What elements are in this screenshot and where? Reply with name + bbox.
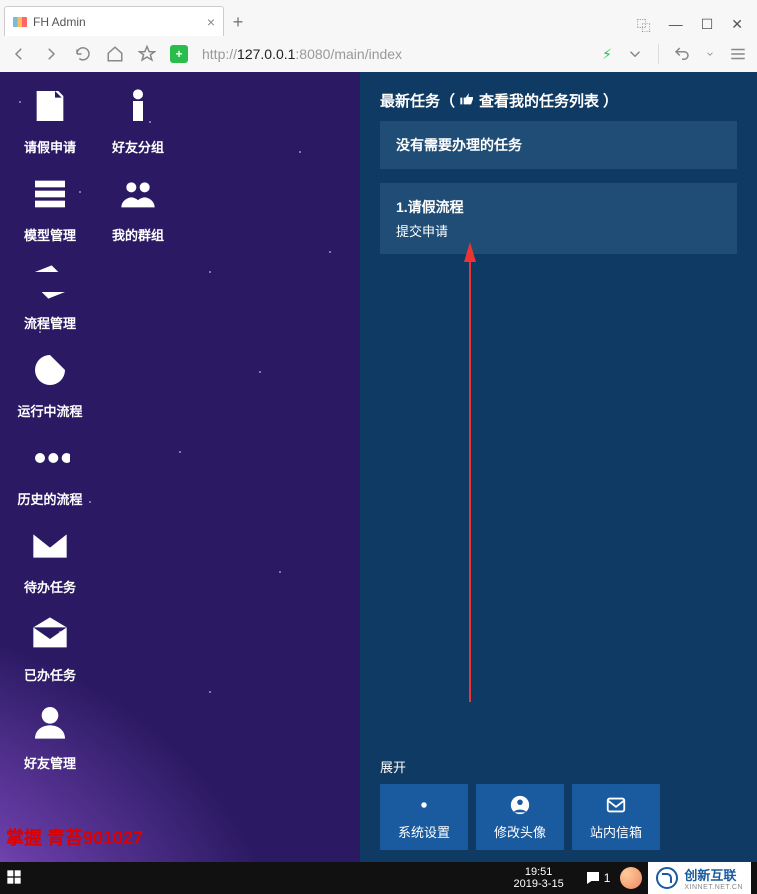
menu-done-tasks[interactable]: 已办任务 — [10, 614, 90, 684]
window-controls: ⿻ — ☐ ✕ — [637, 8, 757, 36]
action-sys-settings[interactable]: 系统设置 — [380, 784, 468, 850]
clock-date: 2019-3-15 — [514, 878, 564, 890]
menu-my-groups[interactable]: 我的群组 — [98, 174, 178, 244]
chat-count: 1 — [604, 871, 611, 885]
url-host: 127.0.0.1 — [237, 46, 295, 62]
home-button[interactable] — [106, 45, 124, 63]
menu-label: 好友分组 — [98, 137, 178, 156]
action-label: 站内信箱 — [590, 822, 642, 841]
menu-process-manage[interactable]: 流程管理 — [10, 262, 90, 332]
tab-bar: FH Admin × + ⿻ — ☐ ✕ — [0, 0, 757, 36]
taskbar-clock[interactable]: 19:51 2019-3-15 — [504, 866, 574, 890]
brand-sub: XINNET.NET.CN — [684, 884, 743, 891]
close-tab-icon[interactable]: × — [207, 14, 215, 30]
menu-leave-apply[interactable]: 请假申请 — [10, 86, 90, 156]
menu-label: 流程管理 — [10, 313, 90, 332]
undo-chevron-icon[interactable] — [705, 45, 715, 63]
taskbar-avatar[interactable] — [620, 867, 642, 889]
start-button[interactable] — [6, 869, 22, 888]
shield-icon[interactable] — [170, 45, 188, 63]
close-window-icon[interactable]: ✕ — [731, 16, 743, 36]
task-empty-text: 没有需要办理的任务 — [396, 137, 522, 153]
address-bar[interactable]: http://127.0.0.1:8080/main/index — [202, 46, 588, 62]
menu-model-manage[interactable]: 模型管理 — [10, 174, 90, 244]
action-label: 系统设置 — [398, 822, 450, 841]
minimize-icon[interactable]: — — [669, 16, 683, 36]
back-button[interactable] — [10, 45, 28, 63]
main-panel: 最新任务（ 查看我的任务列表 ） 没有需要办理的任务 1.请假流程 提交申请 展… — [360, 72, 757, 862]
thumbs-up-icon — [459, 91, 475, 111]
forward-button[interactable] — [42, 45, 60, 63]
shrink-icon[interactable]: ⿻ — [637, 16, 651, 36]
tasks-title-link[interactable]: 查看我的任务列表 — [479, 90, 599, 111]
annotation-arrow-icon — [430, 242, 490, 712]
url-prefix: http:// — [202, 46, 237, 62]
menu-button[interactable] — [729, 45, 747, 63]
reload-button[interactable] — [74, 45, 92, 63]
menu-label: 我的群组 — [98, 225, 178, 244]
menu-history-process[interactable]: 历史的流程 — [10, 438, 90, 508]
watermark-text: 掌握 青苔901027 — [6, 824, 143, 850]
new-tab-button[interactable]: + — [224, 8, 252, 36]
menu-label: 已办任务 — [10, 665, 90, 684]
menu-label: 历史的流程 — [10, 489, 90, 508]
brand-badge[interactable]: 创新互联 XINNET.NET.CN — [648, 862, 751, 894]
browser-tab[interactable]: FH Admin × — [4, 6, 224, 36]
url-path: /main/index — [330, 46, 402, 62]
action-bar: 系统设置 修改头像 站内信箱 — [380, 784, 737, 850]
taskbar-chat[interactable]: 1 — [584, 869, 611, 887]
brand-name: 创新互联 — [684, 868, 736, 883]
menu-friend-group[interactable]: 好友分组 — [98, 86, 178, 156]
menu-todo-tasks[interactable]: 待办任务 — [10, 526, 90, 596]
app-page: 请假申请 好友分组 模型管理 我的群组 流程管理 运行中流程 历史的流程 待办任… — [0, 72, 757, 862]
chevron-down-icon[interactable] — [626, 45, 644, 63]
bolt-icon[interactable]: ⚡︎ — [602, 46, 612, 63]
action-change-avatar[interactable]: 修改头像 — [476, 784, 564, 850]
sidebar: 请假申请 好友分组 模型管理 我的群组 流程管理 运行中流程 历史的流程 待办任… — [0, 72, 360, 862]
menu-label: 请假申请 — [10, 137, 90, 156]
action-label: 修改头像 — [494, 822, 546, 841]
task-item-sub: 提交申请 — [396, 221, 721, 240]
tasks-heading: 最新任务（ 查看我的任务列表 ） — [380, 90, 737, 111]
favorite-button[interactable] — [138, 45, 156, 63]
nav-bar: http://127.0.0.1:8080/main/index ⚡︎ — [0, 36, 757, 72]
tasks-title-suffix: ） — [603, 90, 618, 111]
url-port: :8080 — [295, 46, 330, 62]
maximize-icon[interactable]: ☐ — [701, 16, 714, 36]
clock-time: 19:51 — [514, 866, 564, 878]
brand-logo-icon — [656, 867, 678, 889]
separator — [658, 44, 659, 64]
action-inbox[interactable]: 站内信箱 — [572, 784, 660, 850]
tab-title: FH Admin — [33, 15, 86, 29]
menu-running-process[interactable]: 运行中流程 — [10, 350, 90, 420]
menu-grid: 请假申请 好友分组 模型管理 我的群组 流程管理 运行中流程 历史的流程 待办任… — [0, 72, 360, 786]
menu-friend-manage[interactable]: 好友管理 — [10, 702, 90, 772]
os-taskbar: 19:51 2019-3-15 1 创新互联 XINNET.NET.CN — [0, 862, 757, 894]
expand-link[interactable]: 展开 — [380, 757, 737, 776]
tasks-title-prefix: 最新任务（ — [380, 90, 455, 111]
menu-label: 模型管理 — [10, 225, 90, 244]
task-empty[interactable]: 没有需要办理的任务 — [380, 121, 737, 169]
task-item-title: 1.请假流程 — [396, 197, 721, 217]
menu-label: 好友管理 — [10, 753, 90, 772]
browser-chrome: FH Admin × + ⿻ — ☐ ✕ http://127.0.0.1:80… — [0, 0, 757, 72]
undo-button[interactable] — [673, 45, 691, 63]
favicon-icon — [13, 17, 27, 27]
menu-label: 运行中流程 — [10, 401, 90, 420]
menu-label: 待办任务 — [10, 577, 90, 596]
